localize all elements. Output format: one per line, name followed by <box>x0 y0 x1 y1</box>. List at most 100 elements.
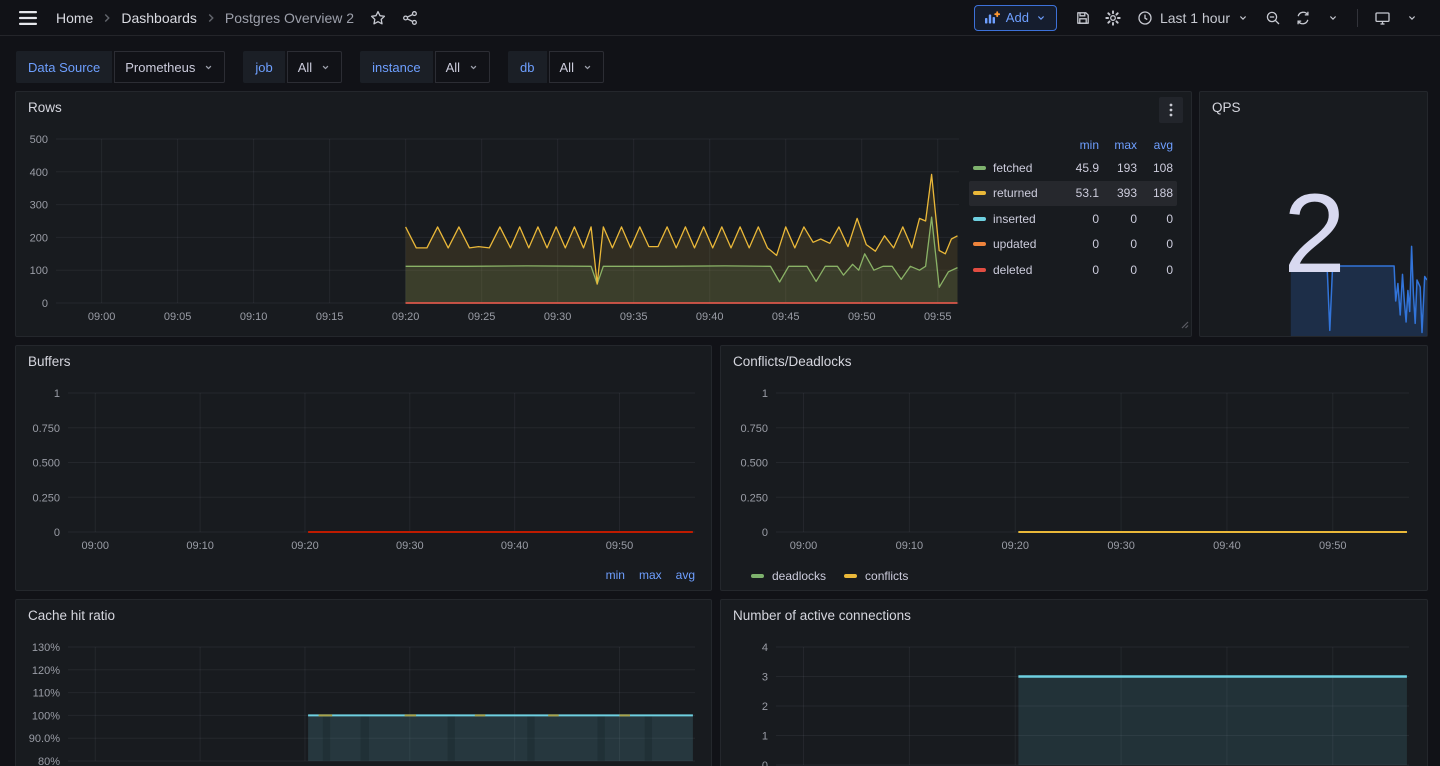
panel-cache-header[interactable]: Cache hit ratio <box>16 600 711 630</box>
svg-text:0.500: 0.500 <box>740 458 768 470</box>
legend-row-returned[interactable]: returned 53.1 393 188 <box>969 180 1177 206</box>
breadcrumb-current: Postgres Overview 2 <box>224 9 355 26</box>
series-max: 0 <box>1130 211 1137 226</box>
conflicts-chart[interactable]: 09:00 09:10 09:20 09:30 09:40 09:50 0 0.250 0.50… <box>721 346 1427 590</box>
panel-buffers-header[interactable]: Buffers <box>16 346 711 376</box>
series-max: 0 <box>1130 237 1137 252</box>
panel-buffers-title[interactable]: Buffers <box>28 354 71 369</box>
legend-col-min[interactable]: min <box>1057 138 1099 152</box>
panel-menu-button[interactable] <box>1159 97 1183 123</box>
legend-item-conflicts[interactable]: conflicts <box>844 569 908 583</box>
share-icon <box>403 10 417 25</box>
instance-select[interactable]: All <box>434 51 491 83</box>
chevron-down-icon <box>1037 15 1044 20</box>
gear-icon <box>1105 9 1121 26</box>
variable-data-source: Data Source Prometheus <box>16 51 226 83</box>
legend-col-avg[interactable]: avg <box>676 568 695 582</box>
svg-text:09:30: 09:30 <box>396 540 424 552</box>
svg-text:4: 4 <box>762 642 768 654</box>
breadcrumb-dashboards[interactable]: Dashboards <box>121 10 197 26</box>
panel-rows-header[interactable]: Rows <box>16 92 1191 122</box>
data-source-select[interactable]: Prometheus <box>114 51 226 83</box>
series-label[interactable]: returned <box>989 186 1057 200</box>
refresh-interval-dropdown[interactable] <box>1319 4 1347 32</box>
db-select[interactable]: All <box>548 51 604 83</box>
svg-text:200: 200 <box>30 232 48 244</box>
svg-text:130%: 130% <box>32 642 60 654</box>
series-min: 45.9 <box>1075 160 1099 175</box>
series-label[interactable]: fetched <box>989 161 1057 175</box>
svg-text:09:00: 09:00 <box>88 311 116 323</box>
data-source-value: Prometheus <box>125 59 196 75</box>
refresh-button[interactable] <box>1289 4 1317 32</box>
variable-job: job All <box>243 51 343 83</box>
series-avg: 0 <box>1166 211 1173 226</box>
series-swatch <box>973 165 986 170</box>
panel-rows-title[interactable]: Rows <box>28 100 62 115</box>
dashboard-settings-button[interactable] <box>1099 4 1127 32</box>
panel-cache-title[interactable]: Cache hit ratio <box>28 608 115 623</box>
top-nav: Home Dashboards Postgres Overview 2 Add … <box>0 0 1440 36</box>
nav-right: Add Last 1 hour <box>973 4 1426 32</box>
legend-row-updated[interactable]: updated 0 0 0 <box>969 232 1177 258</box>
zoom-out-time-button[interactable] <box>1259 4 1287 32</box>
panel-conflicts-header[interactable]: Conflicts/Deadlocks <box>721 346 1427 376</box>
job-select[interactable]: All <box>286 51 343 83</box>
svg-text:09:30: 09:30 <box>1107 540 1135 552</box>
chevron-down-icon <box>470 65 477 69</box>
save-dashboard-button[interactable] <box>1069 4 1097 32</box>
time-range-picker[interactable]: Last 1 hour <box>1129 4 1257 32</box>
svg-text:09:00: 09:00 <box>790 540 818 552</box>
svg-text:100: 100 <box>30 265 48 277</box>
panel-cache-hit-ratio: Cache hit ratio 09:0009:1009:2009:3009:4… <box>15 599 712 766</box>
add-panel-button[interactable]: Add <box>973 4 1057 31</box>
legend-col-max[interactable]: max <box>639 568 662 582</box>
buffers-chart[interactable]: 09:00 09:10 09:20 09:30 09:40 09:50 0 0.250 0.50… <box>16 346 711 590</box>
qps-stat-value: 2 <box>1283 171 1345 296</box>
breadcrumb-home[interactable]: Home <box>56 10 93 26</box>
legend-col-min[interactable]: min <box>606 568 625 582</box>
svg-text:09:45: 09:45 <box>772 311 800 323</box>
panel-resize-handle[interactable] <box>1179 316 1189 334</box>
series-swatch <box>844 574 858 578</box>
svg-text:0.500: 0.500 <box>32 458 60 470</box>
svg-text:09:20: 09:20 <box>392 311 420 323</box>
series-label[interactable]: inserted <box>989 212 1057 226</box>
instance-value: All <box>445 59 461 75</box>
panel-qps-title[interactable]: QPS <box>1212 100 1241 115</box>
data-source-label: Data Source <box>16 51 113 83</box>
series-max: 0 <box>1130 262 1137 277</box>
series-avg: 0 <box>1166 262 1173 277</box>
instance-label: instance <box>360 51 433 83</box>
panel-conflicts: Conflicts/Deadlocks 09:00 09:10 09:20 09:30… <box>720 345 1428 591</box>
svg-text:09:05: 09:05 <box>164 311 192 323</box>
svg-text:2: 2 <box>762 701 768 713</box>
legend-row-deleted[interactable]: deleted 0 0 0 <box>969 257 1177 283</box>
favorite-button[interactable] <box>364 4 392 32</box>
panel-connections-title[interactable]: Number of active connections <box>733 608 911 623</box>
panel-qps-header[interactable]: QPS <box>1200 92 1427 122</box>
series-label[interactable]: updated <box>989 237 1057 251</box>
svg-text:09:25: 09:25 <box>468 311 496 323</box>
share-button[interactable] <box>396 4 424 32</box>
legend-col-avg[interactable]: avg <box>1137 138 1173 152</box>
series-swatch <box>751 574 764 578</box>
svg-text:120%: 120% <box>32 665 60 677</box>
legend-item-deadlocks[interactable]: deadlocks <box>751 569 826 583</box>
toolbar-overflow-dropdown[interactable] <box>1398 4 1426 32</box>
kebab-icon <box>1169 103 1173 117</box>
legend-row-fetched[interactable]: fetched 45.9 193 108 <box>969 155 1177 181</box>
panel-conflicts-title[interactable]: Conflicts/Deadlocks <box>733 354 852 369</box>
series-label[interactable]: deleted <box>989 263 1057 277</box>
legend-row-inserted[interactable]: inserted 0 0 0 <box>969 206 1177 232</box>
svg-text:100%: 100% <box>32 710 60 722</box>
toolbar-divider <box>1357 8 1358 27</box>
svg-text:300: 300 <box>30 200 48 212</box>
chevron-down-icon <box>206 65 212 69</box>
legend-col-max[interactable]: max <box>1099 138 1137 152</box>
series-avg: 188 <box>1152 186 1173 201</box>
kiosk-mode-button[interactable] <box>1368 4 1396 32</box>
menu-toggle-button[interactable] <box>14 4 42 32</box>
db-label: db <box>508 51 547 83</box>
panel-connections-header[interactable]: Number of active connections <box>721 600 1427 630</box>
